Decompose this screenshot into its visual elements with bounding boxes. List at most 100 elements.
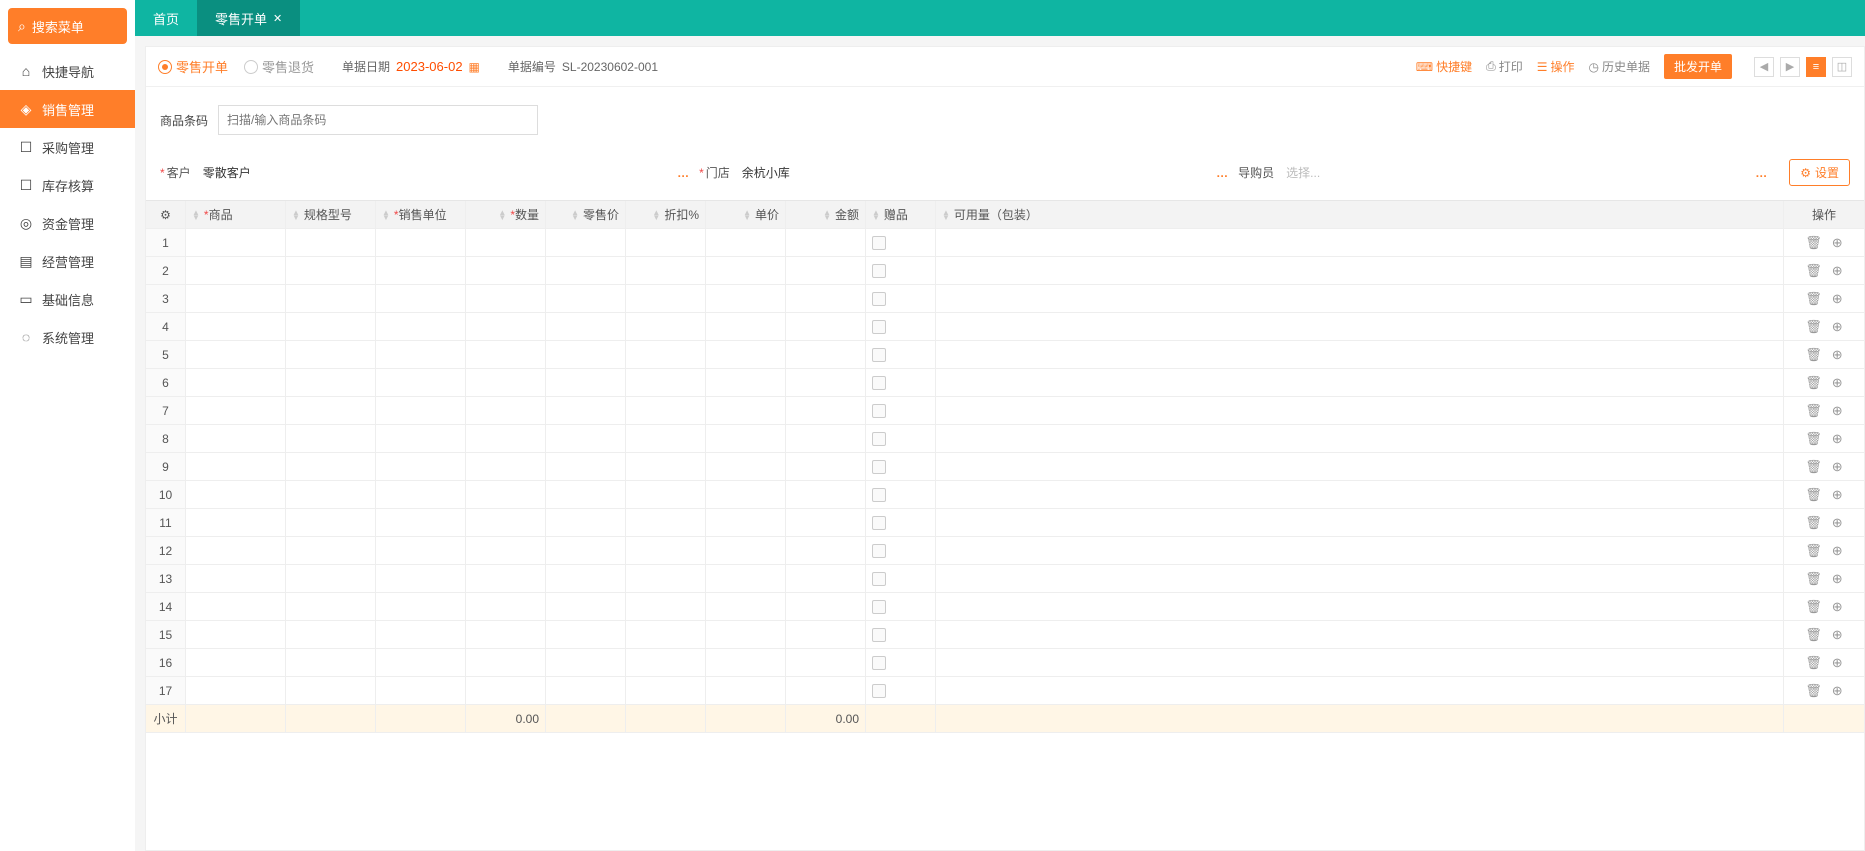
add-row-icon[interactable]: ⊕ [1832,627,1843,643]
table-row[interactable]: 13🗑⊕ [146,565,1864,593]
col-qty[interactable]: ▲▼*数量 [466,201,546,228]
gift-checkbox[interactable] [872,544,886,558]
table-row[interactable]: 14🗑⊕ [146,593,1864,621]
col-unit[interactable]: ▲▼*销售单位 [376,201,466,228]
sidebar-item-system[interactable]: ◌系统管理 [0,318,135,356]
table-row[interactable]: 3🗑⊕ [146,285,1864,313]
delete-icon[interactable]: 🗑 [1805,319,1822,335]
sidebar-item-purchase[interactable]: ☐采购管理 [0,128,135,166]
add-row-icon[interactable]: ⊕ [1832,459,1843,475]
operate-button[interactable]: ☰操作 [1537,58,1575,75]
table-row[interactable]: 2🗑⊕ [146,257,1864,285]
barcode-input[interactable] [218,105,538,135]
gift-checkbox[interactable] [872,516,886,530]
col-retail[interactable]: ▲▼零售价 [546,201,626,228]
gift-checkbox[interactable] [872,600,886,614]
calendar-icon[interactable]: ▦ [469,60,480,74]
add-row-icon[interactable]: ⊕ [1832,487,1843,503]
add-row-icon[interactable]: ⊕ [1832,263,1843,279]
grid-view-icon[interactable]: ◫ [1832,57,1852,77]
add-row-icon[interactable]: ⊕ [1832,515,1843,531]
table-row[interactable]: 10🗑⊕ [146,481,1864,509]
add-row-icon[interactable]: ⊕ [1832,599,1843,615]
gift-checkbox[interactable] [872,460,886,474]
sidebar-item-inventory[interactable]: ☐库存核算 [0,166,135,204]
gift-checkbox[interactable] [872,572,886,586]
table-row[interactable]: 15🗑⊕ [146,621,1864,649]
table-row[interactable]: 4🗑⊕ [146,313,1864,341]
shortcut-button[interactable]: ⌨快捷键 [1416,58,1472,75]
delete-icon[interactable]: 🗑 [1805,543,1822,559]
history-button[interactable]: ◷历史单据 [1588,58,1650,75]
col-price[interactable]: ▲▼单价 [706,201,786,228]
search-menu-button[interactable]: ⌕ 搜索菜单 [8,8,127,44]
radio-retail-return[interactable]: 零售退货 [244,57,314,76]
table-row[interactable]: 16🗑⊕ [146,649,1864,677]
add-row-icon[interactable]: ⊕ [1832,655,1843,671]
add-row-icon[interactable]: ⊕ [1832,375,1843,391]
add-row-icon[interactable]: ⊕ [1832,319,1843,335]
more-icon[interactable]: … [1208,166,1238,180]
salesman-value[interactable]: 选择... [1286,164,1747,181]
prev-icon[interactable]: ◀ [1754,57,1774,77]
delete-icon[interactable]: 🗑 [1805,291,1822,307]
date-value[interactable]: 2023-06-02 [396,59,463,74]
col-amount[interactable]: ▲▼金额 [786,201,866,228]
customer-value[interactable]: 零散客户 [203,164,669,181]
delete-icon[interactable]: 🗑 [1805,375,1822,391]
sidebar-item-basicinfo[interactable]: ▭基础信息 [0,280,135,318]
delete-icon[interactable]: 🗑 [1805,235,1822,251]
sidebar-item-business[interactable]: ▤经营管理 [0,242,135,280]
add-row-icon[interactable]: ⊕ [1832,571,1843,587]
table-row[interactable]: 12🗑⊕ [146,537,1864,565]
delete-icon[interactable]: 🗑 [1805,627,1822,643]
delete-icon[interactable]: 🗑 [1805,459,1822,475]
gift-checkbox[interactable] [872,236,886,250]
gift-checkbox[interactable] [872,264,886,278]
list-view-icon[interactable]: ≡ [1806,57,1826,77]
delete-icon[interactable]: 🗑 [1805,599,1822,615]
table-row[interactable]: 11🗑⊕ [146,509,1864,537]
col-product[interactable]: ▲▼*商品 [186,201,286,228]
more-icon[interactable]: … [669,166,699,180]
gift-checkbox[interactable] [872,320,886,334]
print-button[interactable]: ⎙打印 [1486,58,1523,75]
table-row[interactable]: 7🗑⊕ [146,397,1864,425]
col-available[interactable]: ▲▼可用量（包装） [936,201,1784,228]
table-row[interactable]: 17🗑⊕ [146,677,1864,705]
delete-icon[interactable]: 🗑 [1805,683,1822,699]
col-gift[interactable]: ▲▼赠品 [866,201,936,228]
table-row[interactable]: 6🗑⊕ [146,369,1864,397]
gift-checkbox[interactable] [872,684,886,698]
delete-icon[interactable]: 🗑 [1805,347,1822,363]
delete-icon[interactable]: 🗑 [1805,487,1822,503]
tab-retail-order[interactable]: 零售开单✕ [197,0,300,36]
delete-icon[interactable]: 🗑 [1805,655,1822,671]
close-icon[interactable]: ✕ [273,12,282,25]
col-gear[interactable]: ⚙ [146,201,186,228]
gift-checkbox[interactable] [872,292,886,306]
gift-checkbox[interactable] [872,348,886,362]
radio-retail-order[interactable]: 零售开单 [158,57,228,76]
settings-button[interactable]: ⚙设置 [1789,159,1850,186]
table-row[interactable]: 8🗑⊕ [146,425,1864,453]
delete-icon[interactable]: 🗑 [1805,403,1822,419]
delete-icon[interactable]: 🗑 [1805,571,1822,587]
sidebar-item-quicknav[interactable]: ⌂快捷导航 [0,52,135,90]
gift-checkbox[interactable] [872,404,886,418]
store-value[interactable]: 余杭小库 [742,164,1208,181]
delete-icon[interactable]: 🗑 [1805,431,1822,447]
gift-checkbox[interactable] [872,376,886,390]
delete-icon[interactable]: 🗑 [1805,263,1822,279]
delete-icon[interactable]: 🗑 [1805,515,1822,531]
col-spec[interactable]: ▲▼规格型号 [286,201,376,228]
next-icon[interactable]: ▶ [1780,57,1800,77]
more-icon[interactable]: … [1747,166,1777,180]
gift-checkbox[interactable] [872,656,886,670]
table-row[interactable]: 9🗑⊕ [146,453,1864,481]
add-row-icon[interactable]: ⊕ [1832,291,1843,307]
add-row-icon[interactable]: ⊕ [1832,403,1843,419]
gift-checkbox[interactable] [872,628,886,642]
add-row-icon[interactable]: ⊕ [1832,683,1843,699]
sidebar-item-sales[interactable]: ◈销售管理 [0,90,135,128]
